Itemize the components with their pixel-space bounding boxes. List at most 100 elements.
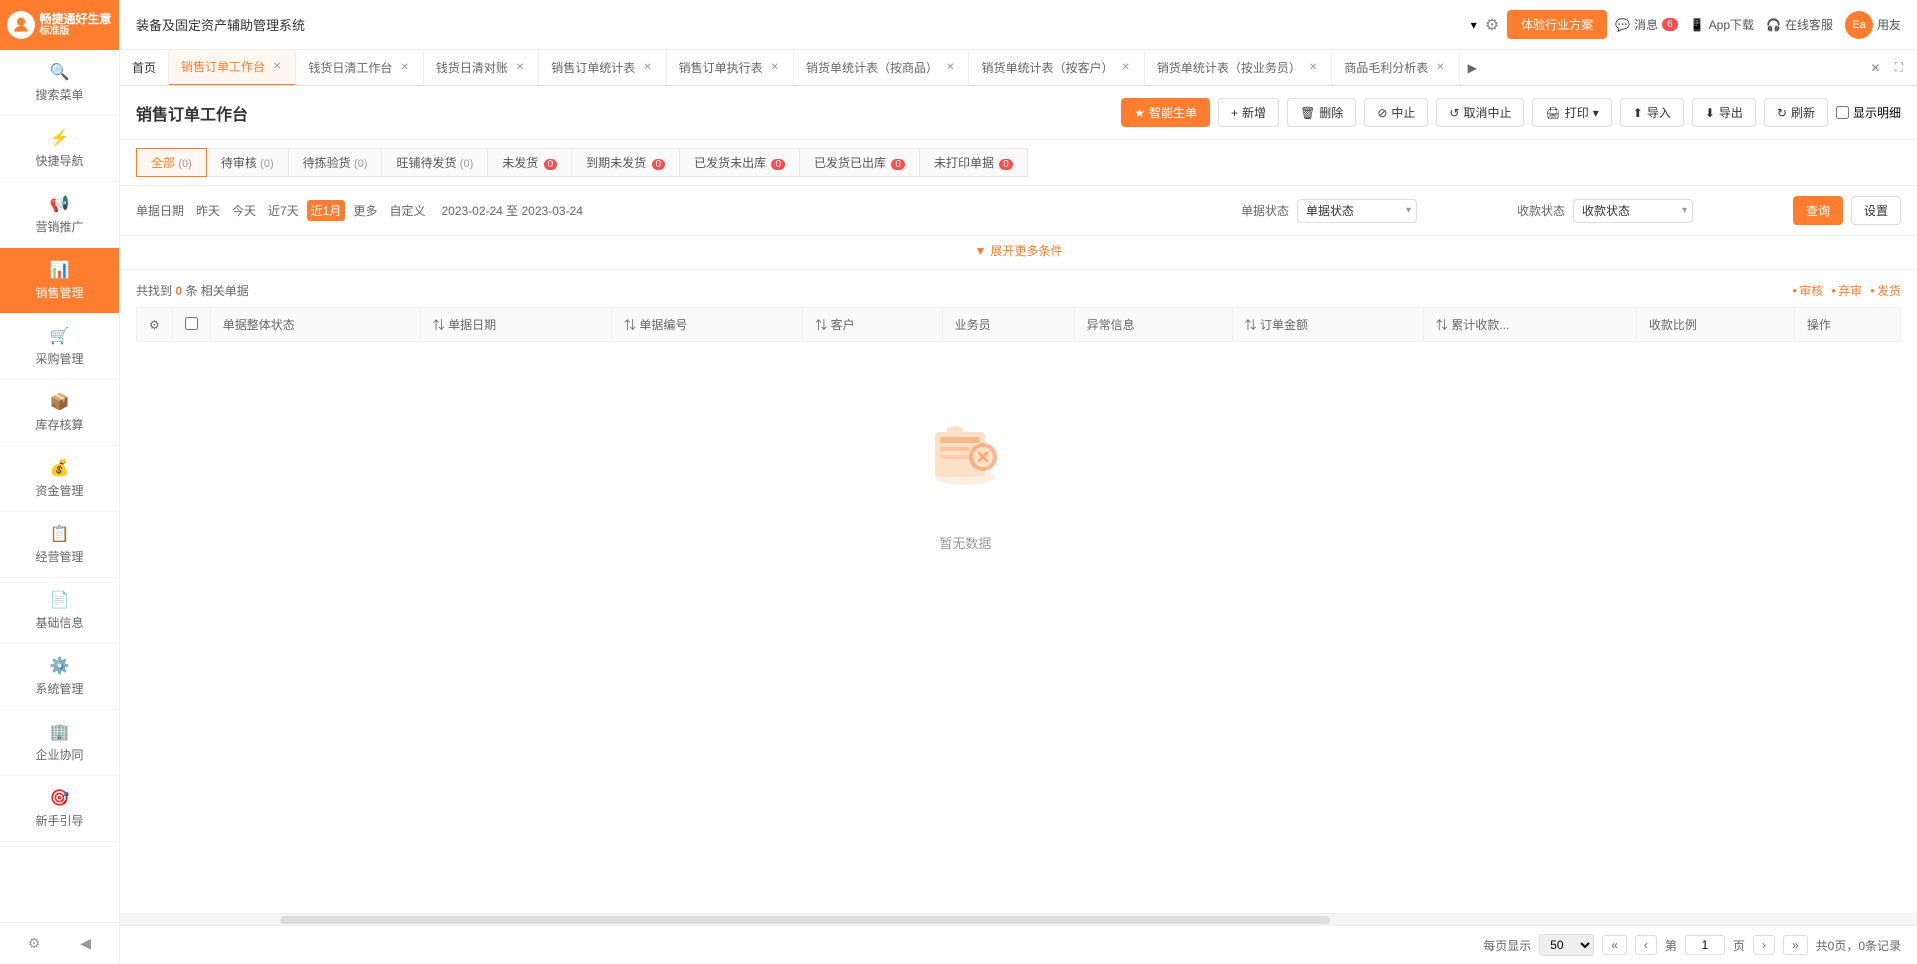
sort-icon: ⇅	[433, 318, 445, 332]
filter-tab-shipped-out[interactable]: 已发货已出库 0	[799, 148, 920, 177]
filter-tab-all[interactable]: 全部 (0)	[136, 148, 207, 177]
tab-stats-by-product[interactable]: 销货单统计表（按商品） ✕	[794, 50, 969, 86]
col-collected[interactable]: ⇅ 累计收款...	[1423, 308, 1636, 342]
tab-close-cash-goods[interactable]: ✕	[514, 60, 526, 75]
ship-action-btn[interactable]: 发货	[1870, 282, 1901, 299]
tab-stats-by-customer[interactable]: 销货单统计表（按客户） ✕	[969, 50, 1144, 86]
filter-tab-pending-inspect[interactable]: 待拣验货 (0)	[288, 148, 383, 177]
sidebar-item-purchase[interactable]: 🛒 采购管理	[0, 314, 119, 380]
sidebar-item-system[interactable]: ⚙️ 系统管理	[0, 644, 119, 710]
date-1month[interactable]: 近1月	[307, 200, 346, 221]
date-yesterday[interactable]: 昨天	[192, 200, 224, 221]
page-input[interactable]	[1685, 935, 1725, 955]
tab-close-cash-daily[interactable]: ✕	[398, 60, 410, 75]
col-amount[interactable]: ⇅ 订单金额	[1232, 308, 1423, 342]
col-number[interactable]: ⇅ 单据编号	[612, 308, 803, 342]
tab-close-by-product[interactable]: ✕	[944, 60, 956, 75]
filter-tab-shipped-not-in[interactable]: 已发货未出库 0	[679, 148, 800, 177]
payment-select[interactable]: 收款状态	[1573, 199, 1693, 223]
sidebar-item-basic-info[interactable]: 📄 基础信息	[0, 578, 119, 644]
print-btn[interactable]: 🖨 打印 ▾	[1532, 98, 1611, 127]
filter-tab-not-printed[interactable]: 未打印单据 0	[919, 148, 1028, 177]
prev-page-btn[interactable]: ‹	[1635, 935, 1657, 955]
filter-settings-btn[interactable]: 设置	[1851, 196, 1901, 225]
col-salesman[interactable]: 业务员	[942, 308, 1074, 342]
tab-home[interactable]: 首页	[120, 50, 169, 86]
col-abnormal[interactable]: 异常信息	[1074, 308, 1232, 342]
cancel-review-action-btn[interactable]: 弃审	[1831, 282, 1862, 299]
query-btn[interactable]: 查询	[1793, 196, 1843, 225]
status-select[interactable]: 单据状态	[1297, 199, 1417, 223]
suspend-btn[interactable]: ⊘ 中止	[1364, 98, 1428, 127]
col-state[interactable]: 单据整体状态	[210, 308, 420, 342]
filter-tab-expired-not-shipped[interactable]: 到期未发货 0	[571, 148, 680, 177]
date-7days[interactable]: 近7天	[264, 200, 303, 221]
add-btn[interactable]: + 新增	[1218, 98, 1279, 127]
online-service-btn[interactable]: 🎧 在线客服	[1766, 16, 1833, 33]
per-page-select[interactable]: 50 10 20 100	[1539, 934, 1594, 956]
tab-stats-by-staff[interactable]: 销货单统计表（按业务员） ✕	[1145, 50, 1332, 86]
page-header: 销售订单工作台 ★ 智能生单 + 新增 🗑 删除 ⊘ 中止 ↺ 取消中止	[120, 86, 1917, 140]
show-detail-checkbox[interactable]	[1836, 106, 1849, 119]
industry-solution-btn[interactable]: 体验行业方案	[1507, 10, 1607, 39]
tab-sales-order-stats[interactable]: 销售订单统计表 ✕	[539, 50, 666, 86]
col-checkbox[interactable]	[172, 308, 210, 342]
app-download-btn[interactable]: 📱 App下载	[1690, 16, 1754, 33]
refresh-btn[interactable]: ↻ 刷新	[1764, 98, 1828, 127]
tab-close-margin[interactable]: ✕	[1434, 60, 1446, 75]
tab-cash-daily[interactable]: 钱货日清工作台 ✕	[296, 50, 423, 86]
tab-close-stats[interactable]: ✕	[641, 60, 653, 75]
tab-close-exec[interactable]: ✕	[769, 60, 781, 75]
tab-product-margin[interactable]: 商品毛利分析表 ✕	[1332, 50, 1459, 86]
scroll-thumb[interactable]	[280, 916, 1330, 924]
delete-btn[interactable]: 🗑 删除	[1287, 98, 1356, 127]
sidebar-settings-btn[interactable]: ⚙	[24, 931, 45, 956]
topbar-gear-btn[interactable]: ⚙	[1485, 15, 1499, 35]
sidebar-collapse-btn[interactable]: ◀	[76, 931, 95, 956]
sidebar-item-inventory[interactable]: 📦 库存核算	[0, 380, 119, 446]
date-custom[interactable]: 自定义	[385, 200, 429, 221]
tab-sales-order-exec[interactable]: 销售订单执行表 ✕	[667, 50, 794, 86]
review-action-btn[interactable]: 审核	[1792, 282, 1823, 299]
horizontal-scrollbar[interactable]	[120, 913, 1917, 925]
expand-conditions-btn[interactable]: ▼ 展开更多条件	[975, 242, 1063, 259]
tabbar-more-btn[interactable]: ▶	[1460, 61, 1485, 75]
col-date[interactable]: ⇅ 单据日期	[420, 308, 611, 342]
tabbar-close-all-btn[interactable]: ✕	[1865, 57, 1887, 79]
sidebar-item-marketing[interactable]: 📢 营销推广	[0, 182, 119, 248]
tabbar-fullscreen-btn[interactable]: ⛶	[1889, 56, 1909, 79]
sidebar-item-search[interactable]: 🔍 搜索菜单	[0, 50, 119, 116]
date-today[interactable]: 今天	[228, 200, 260, 221]
system-title-dropdown[interactable]: ▾	[1471, 18, 1477, 32]
filter-tab-pending-review[interactable]: 待审核 (0)	[206, 148, 289, 177]
tab-close-by-staff[interactable]: ✕	[1307, 60, 1319, 75]
sidebar-item-guide[interactable]: 🎯 新手引导	[0, 776, 119, 842]
tab-sales-order-workspace[interactable]: 销售订单工作台 ✕	[169, 50, 296, 86]
sidebar-item-operations[interactable]: 📋 经营管理	[0, 512, 119, 578]
filter-tab-wangpu[interactable]: 旺铺待发货 (0)	[381, 148, 488, 177]
sidebar-item-finance[interactable]: 💰 资金管理	[0, 446, 119, 512]
tab-close-sales-order[interactable]: ✕	[271, 59, 283, 74]
user-menu[interactable]: Ea 用友	[1845, 11, 1901, 39]
col-customer[interactable]: ⇅ 客户	[803, 308, 942, 342]
tab-cash-goods-reconcile[interactable]: 钱货日清对账 ✕	[424, 50, 539, 86]
select-all-checkbox[interactable]	[185, 317, 198, 330]
last-page-btn[interactable]: »	[1783, 935, 1808, 955]
tab-close-by-customer[interactable]: ✕	[1119, 60, 1131, 75]
guide-icon: 🎯	[50, 788, 70, 808]
date-more[interactable]: 更多	[349, 200, 381, 221]
smart-create-btn[interactable]: ★ 智能生单	[1121, 98, 1210, 127]
show-detail-checkbox-label[interactable]: 显示明细	[1836, 104, 1901, 121]
import-btn[interactable]: ⬆ 导入	[1620, 98, 1684, 127]
status-select-wrap: 单据状态	[1297, 199, 1417, 223]
col-settings[interactable]: ⚙	[137, 308, 173, 342]
filter-tab-not-shipped[interactable]: 未发货 0	[487, 148, 572, 177]
sidebar-item-quick-nav[interactable]: ⚡ 快捷导航	[0, 116, 119, 182]
next-page-btn[interactable]: ›	[1753, 935, 1775, 955]
sidebar-item-enterprise[interactable]: 🏢 企业协同	[0, 710, 119, 776]
cancel-suspend-btn[interactable]: ↺ 取消中止	[1436, 98, 1524, 127]
first-page-btn[interactable]: «	[1602, 935, 1627, 955]
message-btn[interactable]: 💬 消息 6	[1615, 16, 1678, 33]
export-btn[interactable]: ⬇ 导出	[1692, 98, 1756, 127]
sidebar-item-sales[interactable]: 📊 销售管理	[0, 248, 119, 314]
